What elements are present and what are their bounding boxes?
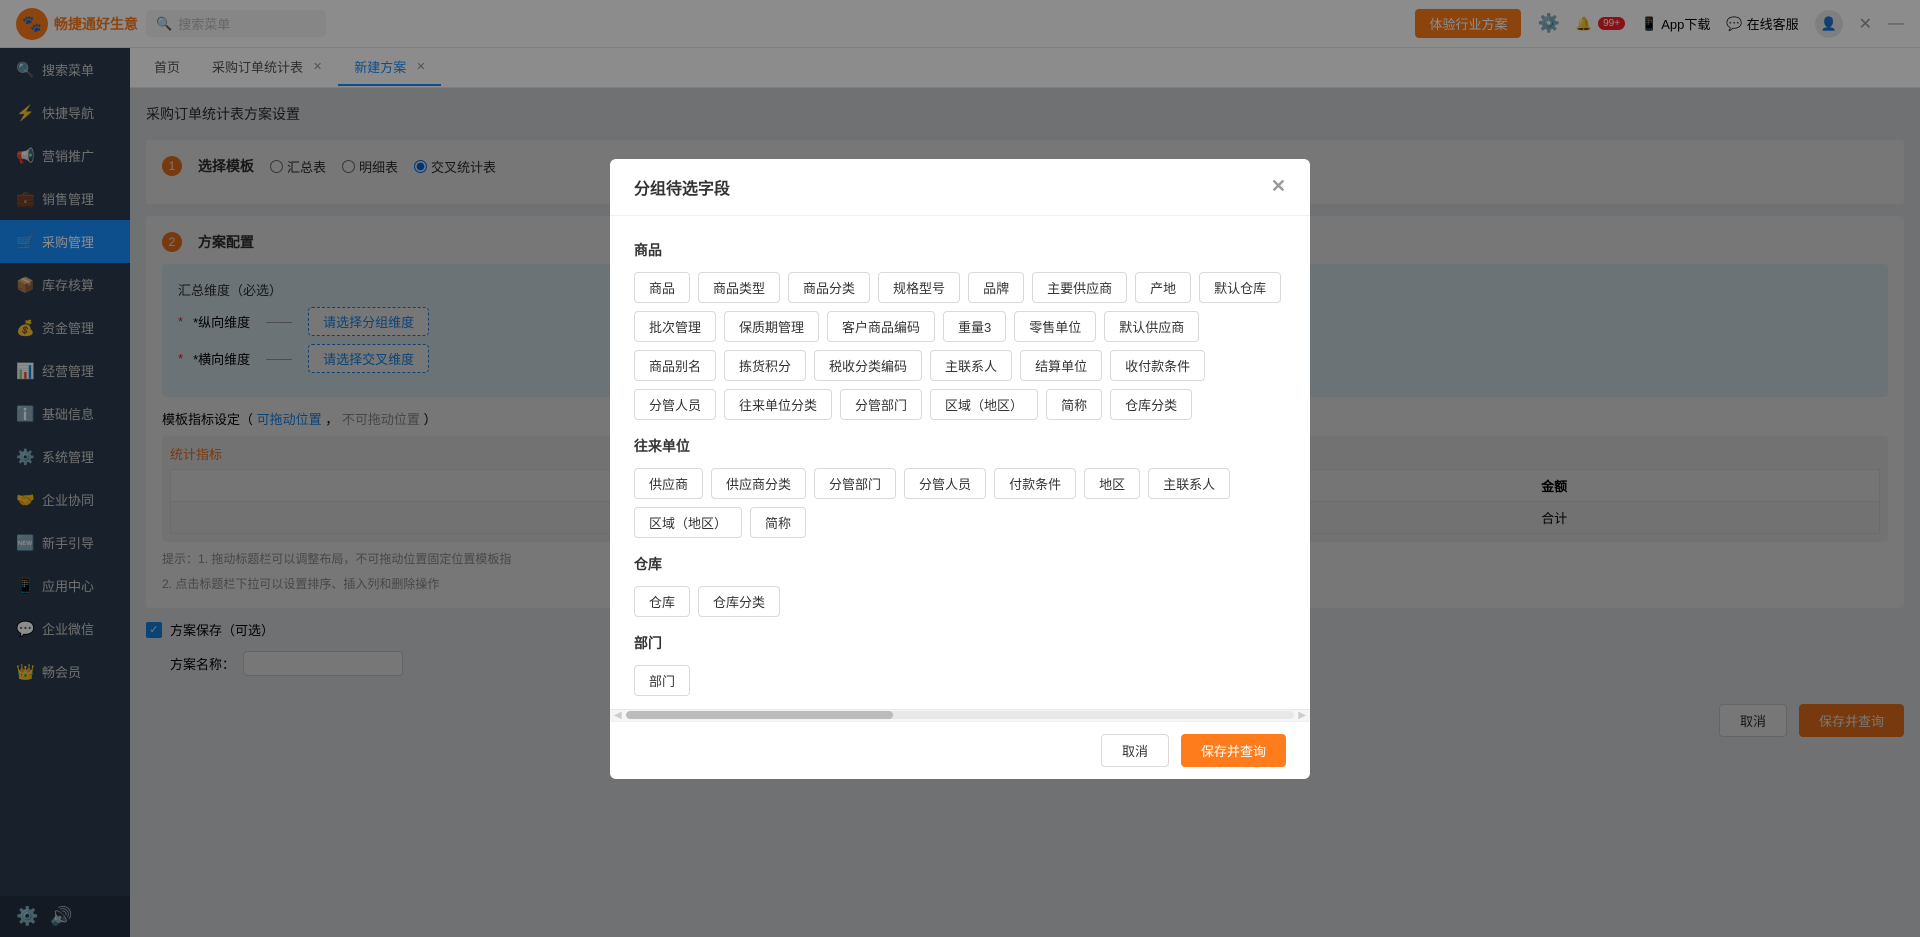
field-batch-mgmt[interactable]: 批次管理: [634, 311, 716, 342]
field-region-product[interactable]: 区域（地区）: [930, 389, 1038, 420]
field-tax-code[interactable]: 税收分类编码: [814, 350, 922, 381]
field-payment-terms[interactable]: 收付款条件: [1110, 350, 1205, 381]
modal-header: 分组待选字段 ✕: [610, 159, 1310, 216]
field-pick-points[interactable]: 拣货积分: [724, 350, 806, 381]
field-default-supplier[interactable]: 默认供应商: [1104, 311, 1199, 342]
field-short-name-counterparty[interactable]: 简称: [750, 507, 806, 538]
field-main-supplier[interactable]: 主要供应商: [1032, 272, 1127, 303]
scroll-left-arrow[interactable]: ◀: [614, 710, 622, 721]
field-product[interactable]: 商品: [634, 272, 690, 303]
field-region-area-counterparty[interactable]: 区域（地区）: [634, 507, 742, 538]
field-default-warehouse[interactable]: 默认仓库: [1199, 272, 1281, 303]
bottom-scroll-thumb: [626, 711, 893, 719]
field-supplier[interactable]: 供应商: [634, 468, 703, 499]
field-warehouse[interactable]: 仓库: [634, 586, 690, 617]
field-payment-condition[interactable]: 付款条件: [994, 468, 1076, 499]
field-dept[interactable]: 部门: [634, 665, 690, 696]
field-warehouse-category-product[interactable]: 仓库分类: [1110, 389, 1192, 420]
field-counterparty-category[interactable]: 往来单位分类: [724, 389, 832, 420]
field-product-alias[interactable]: 商品别名: [634, 350, 716, 381]
field-supplier-category[interactable]: 供应商分类: [711, 468, 806, 499]
field-region-counterparty[interactable]: 地区: [1084, 468, 1140, 499]
section-title-product: 商品: [634, 240, 1286, 260]
modal-title: 分组待选字段: [634, 175, 730, 199]
field-customer-product-code[interactable]: 客户商品编码: [827, 311, 935, 342]
fields-grid-counterparty: 供应商 供应商分类 分管部门 分管人员 付款条件 地区 主联系人 区域（地区） …: [634, 468, 1286, 538]
field-main-contact[interactable]: 主联系人: [930, 350, 1012, 381]
field-retail-unit[interactable]: 零售单位: [1014, 311, 1096, 342]
field-product-category[interactable]: 商品分类: [788, 272, 870, 303]
field-warehouse-category[interactable]: 仓库分类: [698, 586, 780, 617]
section-title-counterparty: 往来单位: [634, 436, 1286, 456]
fields-grid-warehouse: 仓库 仓库分类: [634, 586, 1286, 617]
field-short-name[interactable]: 简称: [1046, 389, 1102, 420]
modal-save-btn[interactable]: 保存并查询: [1181, 734, 1286, 767]
field-supervise-dept[interactable]: 分管部门: [840, 389, 922, 420]
field-brand[interactable]: 品牌: [968, 272, 1024, 303]
modal-close-btn[interactable]: ✕: [1271, 176, 1286, 197]
field-dept-counterparty[interactable]: 分管部门: [814, 468, 896, 499]
modal: 分组待选字段 ✕ 商品 商品 商品类型 商品分类 规格型号 品牌 主要供应商 产…: [610, 159, 1310, 779]
fields-grid-product: 商品 商品类型 商品分类 规格型号 品牌 主要供应商 产地 默认仓库 批次管理 …: [634, 272, 1286, 420]
field-main-contact-counterparty[interactable]: 主联系人: [1148, 468, 1230, 499]
field-shelf-life-mgmt[interactable]: 保质期管理: [724, 311, 819, 342]
field-product-type[interactable]: 商品类型: [698, 272, 780, 303]
section-title-warehouse: 仓库: [634, 554, 1286, 574]
field-supervise-staff[interactable]: 分管人员: [634, 389, 716, 420]
modal-bottom-scrollbar[interactable]: ◀ ▶: [610, 709, 1310, 721]
modal-body: 商品 商品 商品类型 商品分类 规格型号 品牌 主要供应商 产地 默认仓库 批次…: [610, 216, 1310, 709]
field-spec-model[interactable]: 规格型号: [878, 272, 960, 303]
field-origin[interactable]: 产地: [1135, 272, 1191, 303]
section-title-dept: 部门: [634, 633, 1286, 653]
modal-cancel-btn[interactable]: 取消: [1101, 734, 1169, 767]
field-settlement-unit[interactable]: 结算单位: [1020, 350, 1102, 381]
field-weight3[interactable]: 重量3: [943, 311, 1006, 342]
modal-footer: 取消 保存并查询: [610, 721, 1310, 779]
fields-grid-dept: 部门: [634, 665, 1286, 696]
scroll-right-arrow[interactable]: ▶: [1298, 710, 1306, 721]
modal-overlay: 分组待选字段 ✕ 商品 商品 商品类型 商品分类 规格型号 品牌 主要供应商 产…: [0, 0, 1920, 937]
field-staff-counterparty[interactable]: 分管人员: [904, 468, 986, 499]
